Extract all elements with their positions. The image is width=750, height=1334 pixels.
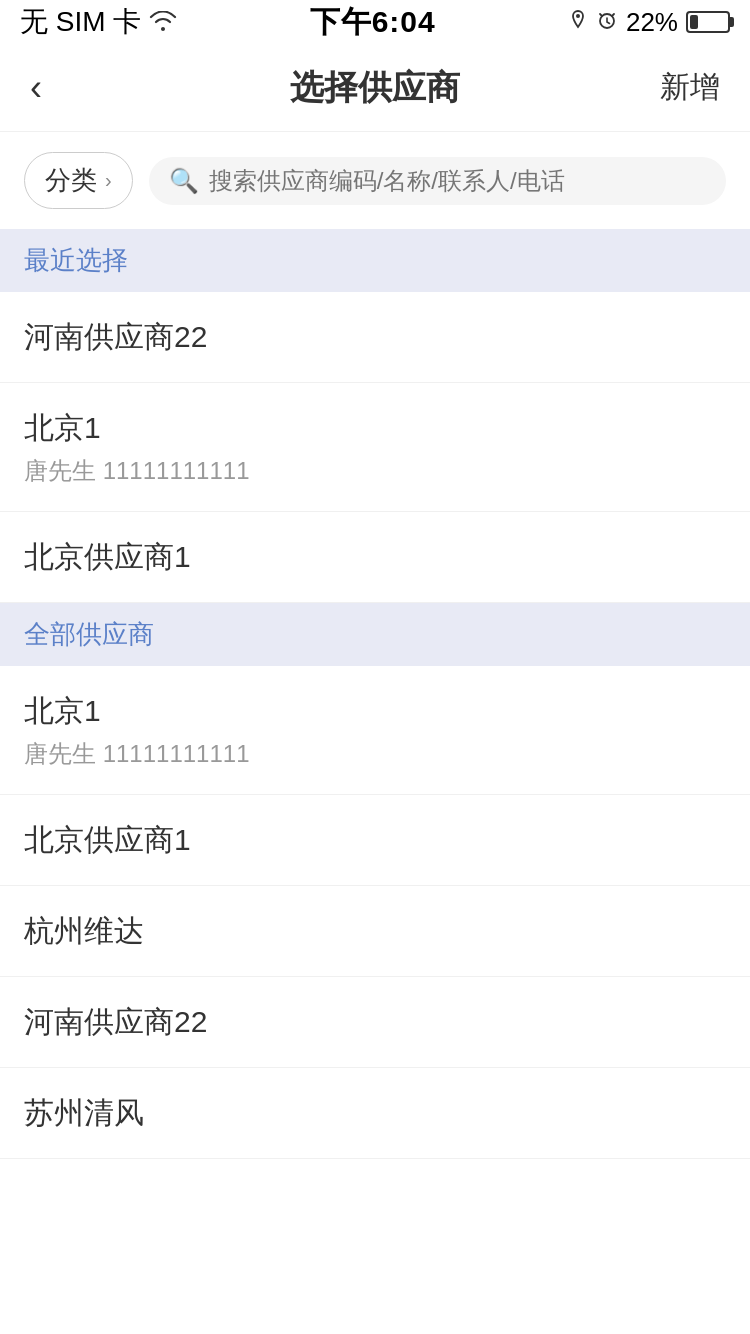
add-button[interactable]: 新增 [660, 67, 720, 108]
search-input[interactable] [209, 167, 706, 195]
nav-bar: ‹ 选择供应商 新增 [0, 44, 750, 132]
list-item[interactable]: 河南供应商22 [0, 977, 750, 1068]
alarm-icon [596, 7, 618, 38]
chevron-right-icon: › [105, 169, 112, 192]
item-name: 河南供应商22 [24, 1001, 726, 1043]
status-bar: 无 SIM 卡 下午6:04 22% [0, 0, 750, 44]
search-icon: 🔍 [169, 167, 199, 195]
list-item[interactable]: 北京1 唐先生 11111111111 [0, 666, 750, 795]
search-bar: 分类 › 🔍 [0, 132, 750, 229]
svg-point-0 [576, 14, 580, 18]
list-item[interactable]: 河南供应商22 [0, 292, 750, 383]
page-title: 选择供应商 [290, 65, 460, 111]
category-label: 分类 [45, 163, 97, 198]
status-right: 22% [568, 7, 730, 38]
list-item[interactable]: 北京1 唐先生 11111111111 [0, 383, 750, 512]
list-item[interactable]: 杭州维达 [0, 886, 750, 977]
item-name: 北京供应商1 [24, 536, 726, 578]
item-name: 杭州维达 [24, 910, 726, 952]
item-name: 北京供应商1 [24, 819, 726, 861]
all-section-header: 全部供应商 [0, 603, 750, 666]
recent-items-list: 河南供应商22 北京1 唐先生 11111111111 北京供应商1 [0, 292, 750, 603]
recent-section-label: 最近选择 [24, 245, 128, 275]
carrier-text: 无 SIM 卡 [20, 3, 141, 41]
status-left: 无 SIM 卡 [20, 3, 177, 41]
item-name: 苏州清风 [24, 1092, 726, 1134]
list-item[interactable]: 北京供应商1 [0, 795, 750, 886]
back-button[interactable]: ‹ [30, 67, 90, 109]
item-name: 北京1 [24, 407, 726, 449]
location-icon [568, 7, 588, 38]
recent-section-header: 最近选择 [0, 229, 750, 292]
item-name: 北京1 [24, 690, 726, 732]
item-name: 河南供应商22 [24, 316, 726, 358]
battery-fill [690, 15, 698, 29]
battery-percent: 22% [626, 7, 678, 38]
list-item[interactable]: 苏州清风 [0, 1068, 750, 1159]
category-button[interactable]: 分类 › [24, 152, 133, 209]
all-items-list: 北京1 唐先生 11111111111 北京供应商1 杭州维达河南供应商22 苏州清风 [0, 666, 750, 1159]
battery-icon [686, 11, 730, 33]
all-section-label: 全部供应商 [24, 619, 154, 649]
item-sub: 唐先生 11111111111 [24, 455, 726, 487]
wifi-icon [149, 6, 177, 38]
list-item[interactable]: 北京供应商1 [0, 512, 750, 603]
status-time: 下午6:04 [310, 2, 436, 43]
item-sub: 唐先生 11111111111 [24, 738, 726, 770]
search-wrapper: 🔍 [149, 157, 726, 205]
